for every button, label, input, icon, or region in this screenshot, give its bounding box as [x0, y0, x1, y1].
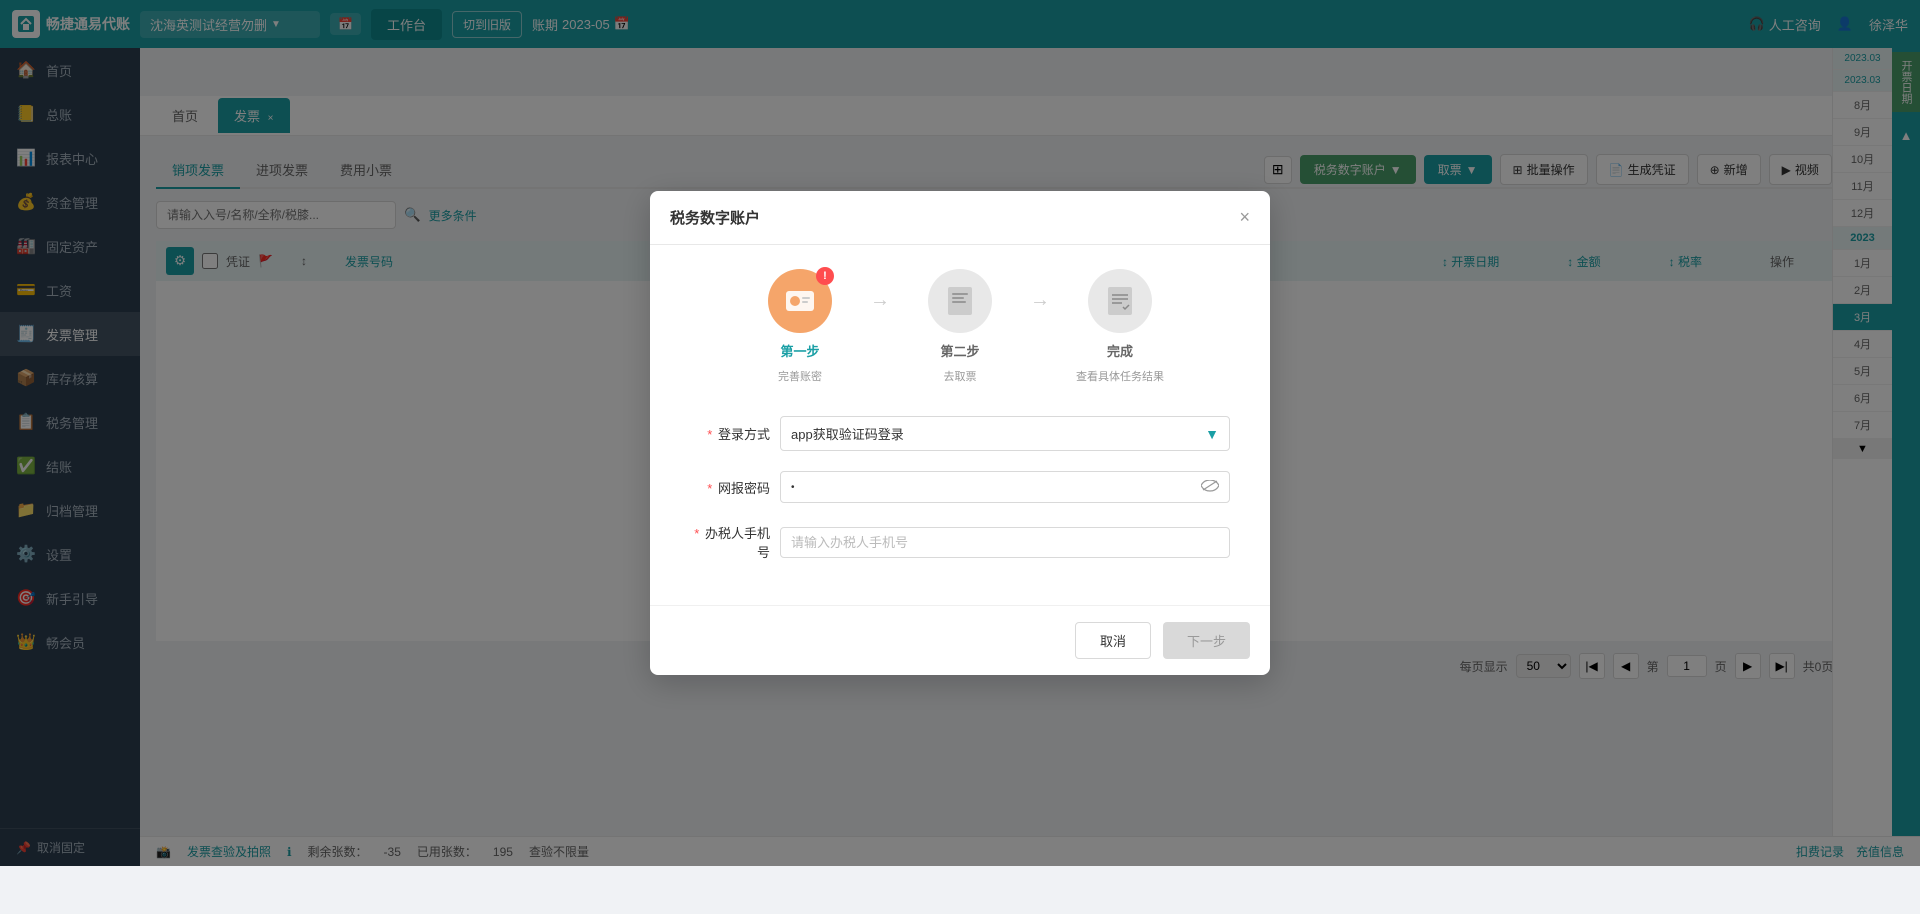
login-method-required: *	[707, 427, 712, 442]
login-method-label: * 登录方式	[690, 424, 780, 443]
complete-svg	[1102, 283, 1138, 319]
invoice-svg	[942, 283, 978, 319]
password-input-wrapper: •	[780, 471, 1230, 503]
phone-required: *	[694, 526, 699, 541]
step-1: ! 第一步 完善账密	[730, 269, 870, 384]
login-method-label-text: 登录方式	[718, 427, 770, 442]
modal-body: ! 第一步 完善账密 → 第	[650, 245, 1270, 605]
phone-input[interactable]	[780, 527, 1230, 558]
person-card-svg	[782, 283, 818, 319]
step-3: 完成 查看具体任务结果	[1050, 269, 1190, 384]
cancel-btn[interactable]: 取消	[1075, 622, 1151, 659]
modal-header: 税务数字账户 ×	[650, 191, 1270, 245]
step3-desc: 查看具体任务结果	[1076, 368, 1164, 384]
password-label: * 网报密码	[690, 478, 780, 497]
password-control: •	[780, 471, 1230, 503]
phone-label-text: 办税人手机号	[705, 526, 770, 560]
phone-field: * 办税人手机号	[690, 523, 1230, 561]
login-method-value: app获取验证码登录	[791, 424, 904, 443]
modal-overlay[interactable]: 税务数字账户 × !	[0, 0, 1920, 866]
password-required: *	[707, 481, 712, 496]
step3-title: 完成	[1107, 341, 1133, 360]
modal-footer: 取消 下一步	[650, 605, 1270, 675]
next-btn[interactable]: 下一步	[1163, 622, 1250, 659]
phone-label: * 办税人手机号	[690, 523, 780, 561]
modal-close-btn[interactable]: ×	[1239, 207, 1250, 228]
select-arrow-icon: ▼	[1205, 426, 1219, 442]
modal-title: 税务数字账户	[670, 207, 760, 228]
password-dots: •	[791, 482, 797, 493]
step2-title: 第二步	[940, 341, 979, 360]
step-arrow-2: →	[1030, 269, 1050, 312]
step2-icon	[928, 269, 992, 333]
step1-title: 第一步	[780, 341, 819, 360]
step3-icon	[1088, 269, 1152, 333]
login-method-select[interactable]: app获取验证码登录 ▼	[780, 416, 1230, 451]
password-field: * 网报密码 •	[690, 471, 1230, 503]
step1-desc: 完善账密	[778, 368, 822, 384]
step-arrow-1: →	[870, 269, 890, 312]
phone-control	[780, 527, 1230, 558]
login-method-control: app获取验证码登录 ▼	[780, 416, 1230, 451]
password-label-text: 网报密码	[718, 481, 770, 496]
step1-icon: !	[768, 269, 832, 333]
modal-dialog: 税务数字账户 × !	[650, 191, 1270, 675]
eye-toggle-icon[interactable]	[1201, 479, 1219, 495]
steps-container: ! 第一步 完善账密 → 第	[690, 269, 1230, 384]
step2-desc: 去取票	[944, 368, 977, 384]
step1-error-badge: !	[816, 267, 834, 285]
step-2: 第二步 去取票	[890, 269, 1030, 384]
login-method-field: * 登录方式 app获取验证码登录 ▼	[690, 416, 1230, 451]
